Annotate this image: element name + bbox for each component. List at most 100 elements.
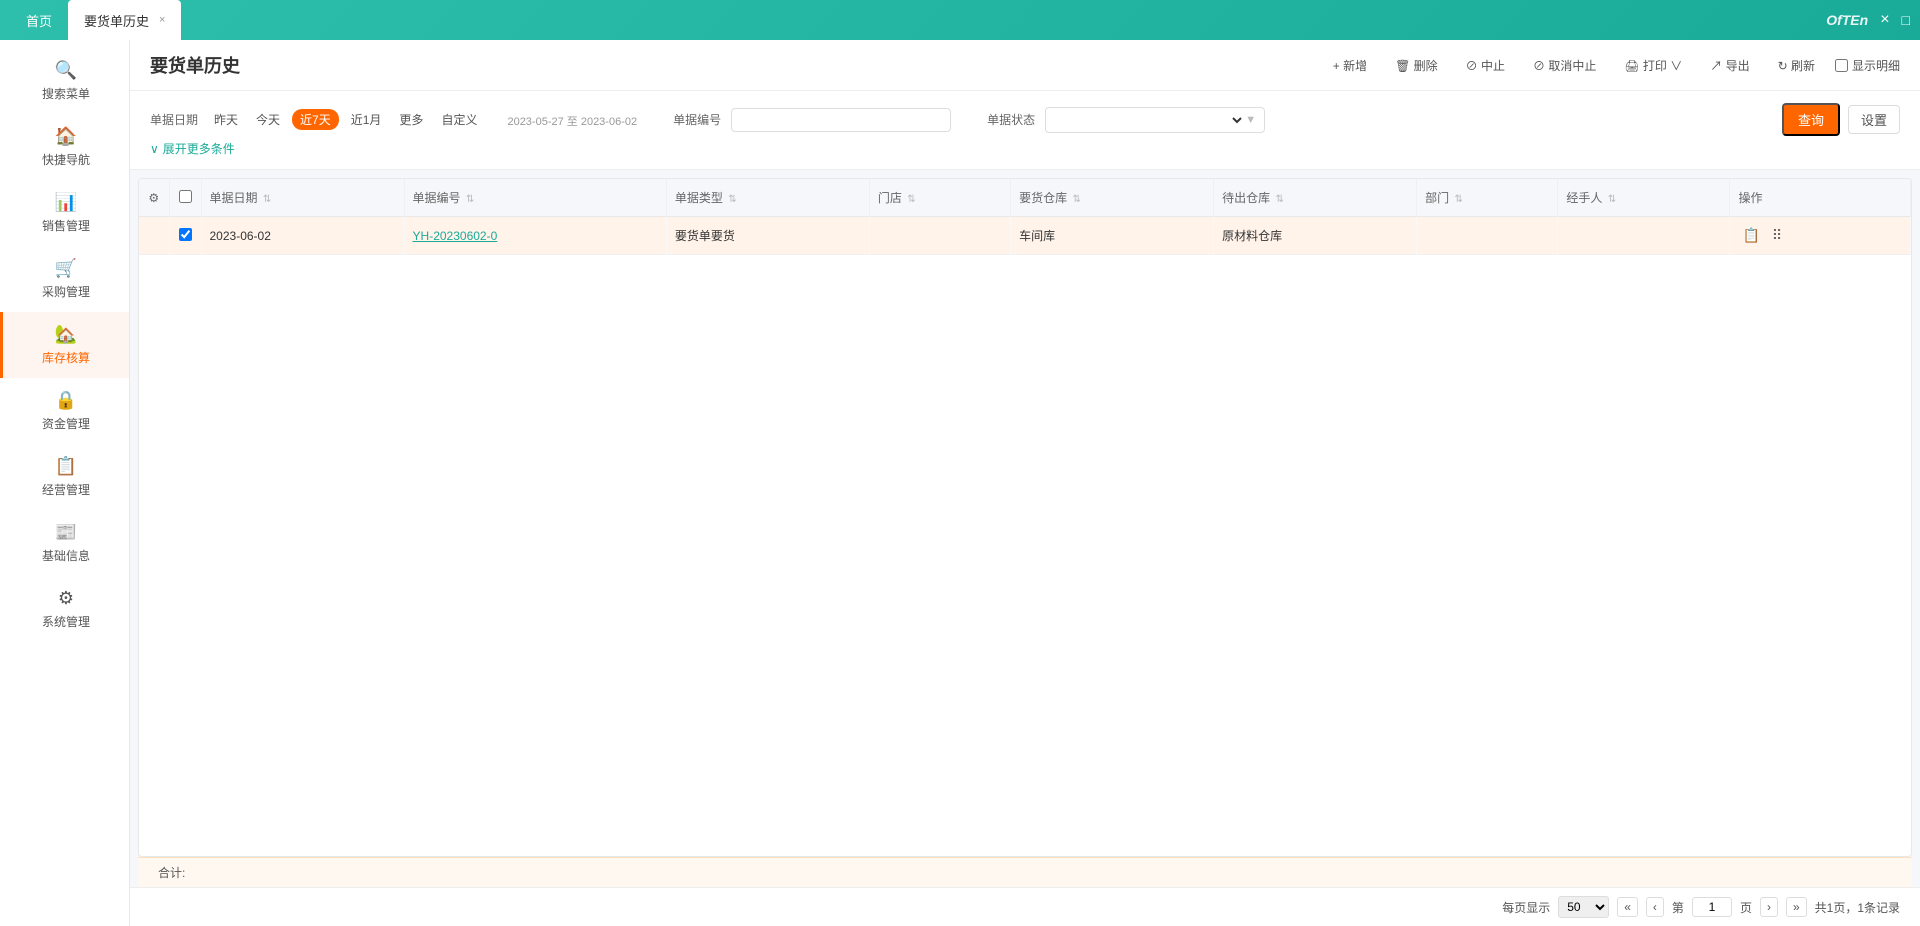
tab-home[interactable]: 首页 <box>10 0 68 40</box>
refresh-button[interactable]: ↻ 刷新 <box>1770 53 1823 78</box>
date-btn-more[interactable]: 更多 <box>393 109 429 130</box>
next-page-btn[interactable]: › <box>1760 897 1778 917</box>
main-content: 要货单历史 + 新增 🗑 删除 ⊘ 中止 ⊘ 取消中止 🖨 打印 ∨ ↗ 导出 … <box>130 40 1920 926</box>
sidebar-item-basic-info-label: 基础信息 <box>42 547 90 564</box>
sidebar-item-sales[interactable]: 📊 销售管理 <box>0 180 129 246</box>
date-range-text: 2023-05-27 至 2023-06-02 <box>507 113 637 129</box>
date-btn-last1month[interactable]: 近1月 <box>345 109 388 130</box>
doc-no-filter: 单据编号 <box>673 108 951 132</box>
col-req-warehouse[interactable]: 要货仓库 ⇅ <box>1011 179 1214 217</box>
table-settings-col[interactable]: ⚙ <box>139 179 169 217</box>
tab-requisition-history-label: 要货单历史 <box>84 11 149 30</box>
table-area: ⚙ 单据日期 ⇅ 单据编号 ⇅ 单据类型 <box>138 178 1912 857</box>
query-button[interactable]: 查询 <box>1782 103 1840 136</box>
sidebar-item-finance[interactable]: 🔒 资金管理 <box>0 378 129 444</box>
settings-button[interactable]: 设置 <box>1848 105 1900 134</box>
col-doc-date[interactable]: 单据日期 ⇅ <box>201 179 404 217</box>
row-more-btn[interactable]: ⠿ <box>1768 225 1786 246</box>
sidebar: 🔍 搜索菜单 🏠 快捷导航 📊 销售管理 🛒 采购管理 🏡 库存核算 🔒 资金管… <box>0 40 130 926</box>
col-doc-no[interactable]: 单据编号 ⇅ <box>404 179 666 217</box>
col-store-sort: ⇅ <box>907 194 915 205</box>
row-actions-cell: 📋 ⠿ <box>1730 217 1911 255</box>
print-button[interactable]: 🖨 打印 ∨ <box>1616 53 1690 78</box>
row-doc-date: 2023-06-02 <box>201 217 404 255</box>
current-page-input[interactable] <box>1692 897 1732 917</box>
export-button[interactable]: ↗ 导出 <box>1702 53 1757 78</box>
stop-button[interactable]: ⊘ 中止 <box>1458 53 1513 78</box>
quick-nav-icon: 🏠 <box>55 126 77 147</box>
doc-no-input[interactable] <box>731 108 951 132</box>
expand-more[interactable]: ∨ 展开更多条件 <box>150 140 1900 157</box>
display-detail-checkbox[interactable] <box>1835 59 1848 72</box>
col-pending-warehouse[interactable]: 待出仓库 ⇅ <box>1214 179 1417 217</box>
close-tab-icon[interactable]: × <box>159 14 165 26</box>
sidebar-item-inventory[interactable]: 🏡 库存核算 <box>0 312 129 378</box>
display-detail-label: 显示明细 <box>1852 57 1900 74</box>
window-close-btn[interactable]: × <box>1880 11 1889 29</box>
date-btn-today[interactable]: 今天 <box>250 109 286 130</box>
date-btn-yesterday[interactable]: 昨天 <box>208 109 244 130</box>
col-handler[interactable]: 经手人 ⇅ <box>1558 179 1730 217</box>
col-actions: 操作 <box>1730 179 1911 217</box>
brand-label: OfTEn <box>1826 12 1868 28</box>
col-department-label: 部门 <box>1425 191 1449 205</box>
tab-requisition-history[interactable]: 要货单历史 × <box>68 0 181 40</box>
col-doc-type-sort: ⇅ <box>728 194 736 205</box>
row-checkbox[interactable] <box>179 228 192 241</box>
add-button[interactable]: + 新增 <box>1325 53 1375 78</box>
status-filter: 单据状态 ▼ <box>987 107 1265 133</box>
col-doc-type[interactable]: 单据类型 ⇅ <box>666 179 869 217</box>
page-title: 要货单历史 <box>150 52 240 78</box>
row-department <box>1417 217 1558 255</box>
row-edit-btn[interactable]: 📋 <box>1738 225 1763 246</box>
status-select[interactable] <box>1054 112 1245 128</box>
sidebar-item-sales-label: 销售管理 <box>42 217 90 234</box>
sidebar-item-purchase[interactable]: 🛒 采购管理 <box>0 246 129 312</box>
expand-more-icon: ∨ <box>150 142 159 156</box>
select-all-checkbox[interactable] <box>179 190 192 203</box>
sidebar-item-inventory-label: 库存核算 <box>42 349 90 366</box>
sidebar-item-quick-nav-label: 快捷导航 <box>42 151 90 168</box>
col-doc-no-label: 单据编号 <box>413 191 461 205</box>
col-store[interactable]: 门店 ⇅ <box>869 179 1010 217</box>
col-department[interactable]: 部门 ⇅ <box>1417 179 1558 217</box>
display-detail-toggle[interactable]: 显示明细 <box>1835 57 1900 74</box>
footer-area: 合计: <box>138 857 1912 887</box>
page-label: 第 <box>1672 899 1684 916</box>
sidebar-item-operations[interactable]: 📋 经营管理 <box>0 444 129 510</box>
date-filter-btns: 昨天 今天 近7天 近1月 更多 自定义 <box>208 109 483 130</box>
row-actions: 📋 ⠿ <box>1738 225 1902 246</box>
status-select-wrap[interactable]: ▼ <box>1045 107 1265 133</box>
page-size-select[interactable]: 50 20 100 200 <box>1558 896 1609 918</box>
row-settings <box>139 217 169 255</box>
date-btn-last7days[interactable]: 近7天 <box>292 109 339 130</box>
sidebar-item-finance-label: 资金管理 <box>42 415 90 432</box>
row-doc-no[interactable]: YH-20230602-0 <box>404 217 666 255</box>
cancel-stop-button[interactable]: ⊘ 取消中止 <box>1525 53 1604 78</box>
date-filter-label: 单据日期 <box>150 111 198 128</box>
col-req-warehouse-sort: ⇅ <box>1072 194 1080 205</box>
table-checkbox-col <box>169 179 201 217</box>
first-page-btn[interactable]: « <box>1617 897 1638 917</box>
sidebar-item-system[interactable]: ⚙ 系统管理 <box>0 576 129 642</box>
sidebar-item-basic-info[interactable]: 📰 基础信息 <box>0 510 129 576</box>
tab-home-label: 首页 <box>26 11 52 30</box>
last-page-btn[interactable]: » <box>1786 897 1807 917</box>
date-range-display: 2023-05-27 至 2023-06-02 <box>507 111 637 129</box>
row-pending-warehouse: 原材料仓库 <box>1214 217 1417 255</box>
basic-info-icon: 📰 <box>55 522 77 543</box>
main-layout: 🔍 搜索菜单 🏠 快捷导航 📊 销售管理 🛒 采购管理 🏡 库存核算 🔒 资金管… <box>0 40 1920 926</box>
sidebar-item-search-menu[interactable]: 🔍 搜索菜单 <box>0 48 129 114</box>
purchase-icon: 🛒 <box>55 258 77 279</box>
date-btn-custom[interactable]: 自定义 <box>435 109 483 130</box>
finance-icon: 🔒 <box>55 390 77 411</box>
col-handler-label: 经手人 <box>1566 191 1602 205</box>
page-header: 要货单历史 + 新增 🗑 删除 ⊘ 中止 ⊘ 取消中止 🖨 打印 ∨ ↗ 导出 … <box>130 40 1920 91</box>
table-row: 2023-06-02 YH-20230602-0 要货单要货 车间库 原材料仓库 <box>139 217 1911 255</box>
status-dropdown-icon: ▼ <box>1245 114 1256 126</box>
row-doc-no-link[interactable]: YH-20230602-0 <box>413 229 498 243</box>
delete-button[interactable]: 🗑 删除 <box>1387 53 1446 78</box>
prev-page-btn[interactable]: ‹ <box>1646 897 1664 917</box>
window-maximize-btn[interactable]: □ <box>1902 12 1910 28</box>
sidebar-item-quick-nav[interactable]: 🏠 快捷导航 <box>0 114 129 180</box>
